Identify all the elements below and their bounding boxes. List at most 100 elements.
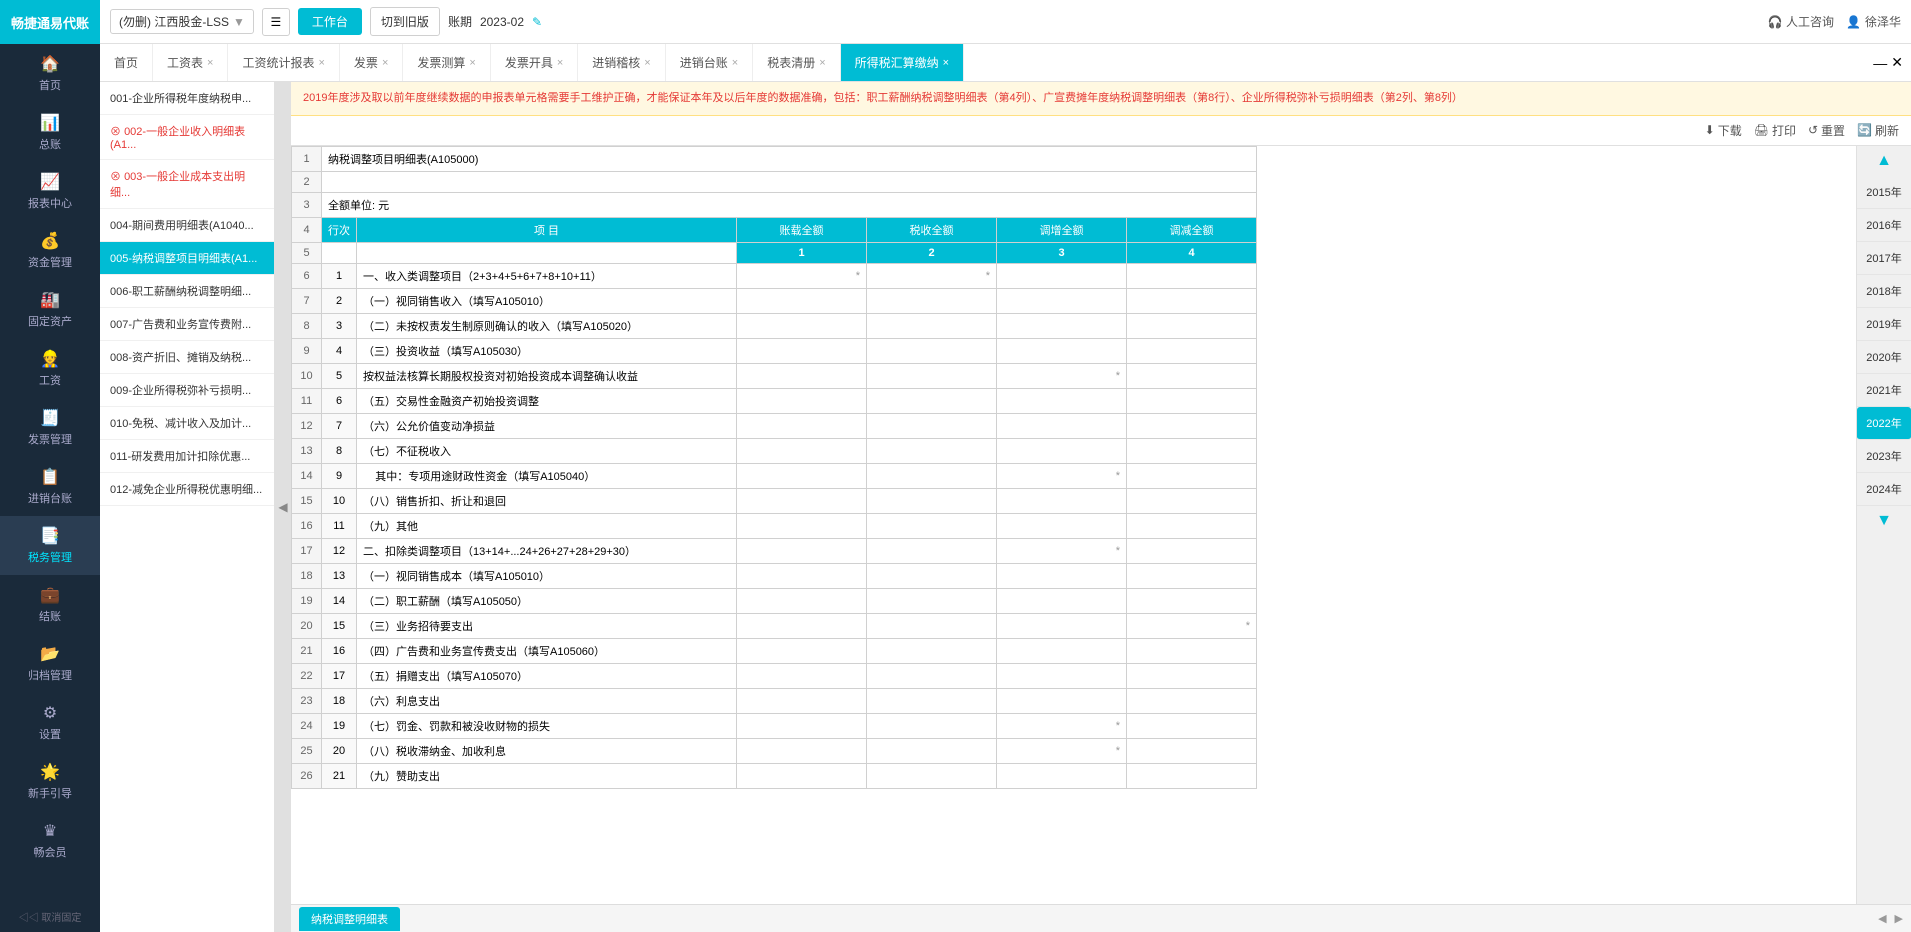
tab-invoice[interactable]: 发票 × (340, 44, 403, 81)
item-cell[interactable]: 二、扣除类调整项目（13+14+...24+26+27+28+29+30） (357, 538, 737, 563)
c4-cell[interactable] (1127, 338, 1257, 363)
item-cell[interactable]: （二）职工薪酬（填写A105050） (357, 588, 737, 613)
c2-cell[interactable] (867, 713, 997, 738)
c2-cell[interactable] (867, 738, 997, 763)
c1-cell[interactable] (737, 288, 867, 313)
c4-cell[interactable] (1127, 538, 1257, 563)
tab-invoice-calc-close[interactable]: × (469, 57, 475, 69)
c1-cell[interactable] (737, 438, 867, 463)
tab-in-out-ledger[interactable]: 进销台账 × (666, 44, 753, 81)
item-cell[interactable]: （一）视同销售成本（填写A105010） (357, 563, 737, 588)
c3-cell[interactable] (997, 688, 1127, 713)
c1-cell[interactable] (737, 588, 867, 613)
sidebar-item-tax[interactable]: 📑 税务管理 (0, 516, 100, 575)
sidebar-item-ledger[interactable]: 📊 总账 (0, 103, 100, 162)
item-cell[interactable]: （四）广告费和业务宣传费支出（填写A105060） (357, 638, 737, 663)
c4-cell[interactable] (1127, 688, 1257, 713)
c3-cell[interactable]: * (997, 363, 1127, 388)
item-cell[interactable]: （六）公允价值变动净损益 (357, 413, 737, 438)
c3-cell[interactable]: * (997, 538, 1127, 563)
c4-cell[interactable] (1127, 513, 1257, 538)
sidebar-item-guide[interactable]: 🌟 新手引导 (0, 752, 100, 811)
c2-cell[interactable] (867, 563, 997, 588)
item-cell[interactable]: （一）视同销售收入（填写A105010） (357, 288, 737, 313)
collapse-panel-btn[interactable]: ◀ (275, 82, 291, 932)
c3-cell[interactable] (997, 313, 1127, 338)
item-cell[interactable]: （九）赞助支出 (357, 763, 737, 788)
left-nav-item-7[interactable]: 008-资产折旧、摊销及纳税... (100, 341, 274, 374)
c2-cell[interactable] (867, 688, 997, 713)
sidebar-item-payroll[interactable]: 👷 工资 (0, 339, 100, 398)
left-nav-item-1[interactable]: ⊗ 002-一般企业收入明细表(A1... (100, 115, 274, 160)
c3-cell[interactable] (997, 763, 1127, 788)
c1-cell[interactable] (737, 613, 867, 638)
c3-cell[interactable] (997, 613, 1127, 638)
year-2020[interactable]: 2020年 (1857, 341, 1911, 374)
c2-cell[interactable] (867, 613, 997, 638)
c1-cell[interactable] (737, 638, 867, 663)
sidebar-item-settings[interactable]: ⚙ 设置 (0, 693, 100, 752)
c2-cell[interactable] (867, 488, 997, 513)
item-cell[interactable]: 按权益法核算长期股权投资对初始投资成本调整确认收益 (357, 363, 737, 388)
c3-cell[interactable] (997, 488, 1127, 513)
c3-cell[interactable] (997, 663, 1127, 688)
sidebar-item-funds[interactable]: 💰 资金管理 (0, 221, 100, 280)
c1-cell[interactable] (737, 663, 867, 688)
left-nav-item-6[interactable]: 007-广告费和业务宣传费附... (100, 308, 274, 341)
c4-cell[interactable]: * (1127, 613, 1257, 638)
item-cell[interactable]: （六）利息支出 (357, 688, 737, 713)
year-nav-down-btn[interactable]: ▼ (1870, 506, 1898, 536)
sheet-tab[interactable]: 纳税调整明细表 (299, 907, 400, 931)
c1-cell[interactable] (737, 313, 867, 338)
c4-cell[interactable] (1127, 263, 1257, 288)
c2-cell[interactable]: * (867, 263, 997, 288)
c1-cell[interactable] (737, 538, 867, 563)
c4-cell[interactable] (1127, 388, 1257, 413)
year-nav-up-btn[interactable]: ▲ (1870, 146, 1898, 176)
item-cell[interactable]: （五）交易性金融资产初始投资调整 (357, 388, 737, 413)
tab-invoice-open[interactable]: 发票开具 × (491, 44, 578, 81)
c2-cell[interactable] (867, 763, 997, 788)
tab-home[interactable]: 首页 (100, 44, 153, 81)
unpin-btn[interactable]: ◁◁ 取消固定 (0, 901, 100, 932)
sidebar-item-archive[interactable]: 📂 归档管理 (0, 634, 100, 693)
c2-cell[interactable] (867, 388, 997, 413)
company-selector[interactable]: (勿删) 江西股金-LSS ▼ (110, 9, 254, 34)
year-2021[interactable]: 2021年 (1857, 374, 1911, 407)
c1-cell[interactable] (737, 688, 867, 713)
c4-cell[interactable] (1127, 438, 1257, 463)
c3-cell[interactable] (997, 263, 1127, 288)
item-cell[interactable]: （三）投资收益（填写A105030） (357, 338, 737, 363)
year-2017[interactable]: 2017年 (1857, 242, 1911, 275)
c3-cell[interactable] (997, 638, 1127, 663)
left-nav-item-2[interactable]: ⊗ 003-一般企业成本支出明细... (100, 160, 274, 209)
c1-cell[interactable] (737, 413, 867, 438)
c1-cell[interactable] (737, 563, 867, 588)
c1-cell[interactable] (737, 463, 867, 488)
item-cell[interactable]: （五）捐赠支出（填写A105070） (357, 663, 737, 688)
tab-invoice-close[interactable]: × (382, 57, 388, 69)
sidebar-item-reports[interactable]: 📈 报表中心 (0, 162, 100, 221)
c4-cell[interactable] (1127, 713, 1257, 738)
tab-income-tax-close[interactable]: × (943, 57, 949, 69)
year-2024[interactable]: 2024年 (1857, 473, 1911, 506)
item-cell[interactable]: （七）罚金、罚款和被没收财物的损失 (357, 713, 737, 738)
c4-cell[interactable] (1127, 663, 1257, 688)
c4-cell[interactable] (1127, 588, 1257, 613)
c4-cell[interactable] (1127, 288, 1257, 313)
scroll-right-icon[interactable]: ▶ (1895, 912, 1903, 925)
c3-cell[interactable]: * (997, 738, 1127, 763)
tab-in-out-check-close[interactable]: × (644, 57, 650, 69)
c1-cell[interactable] (737, 713, 867, 738)
c3-cell[interactable] (997, 563, 1127, 588)
item-cell[interactable]: （九）其他 (357, 513, 737, 538)
period-edit-icon[interactable]: ✎ (532, 15, 542, 29)
c2-cell[interactable] (867, 338, 997, 363)
sidebar-item-closing[interactable]: 💼 结账 (0, 575, 100, 634)
tab-payroll[interactable]: 工资表 × (153, 44, 228, 81)
c2-cell[interactable] (867, 588, 997, 613)
c2-cell[interactable] (867, 638, 997, 663)
work-btn[interactable]: 工作台 (298, 8, 362, 35)
c2-cell[interactable] (867, 463, 997, 488)
tab-tax-clear-close[interactable]: × (819, 57, 825, 69)
